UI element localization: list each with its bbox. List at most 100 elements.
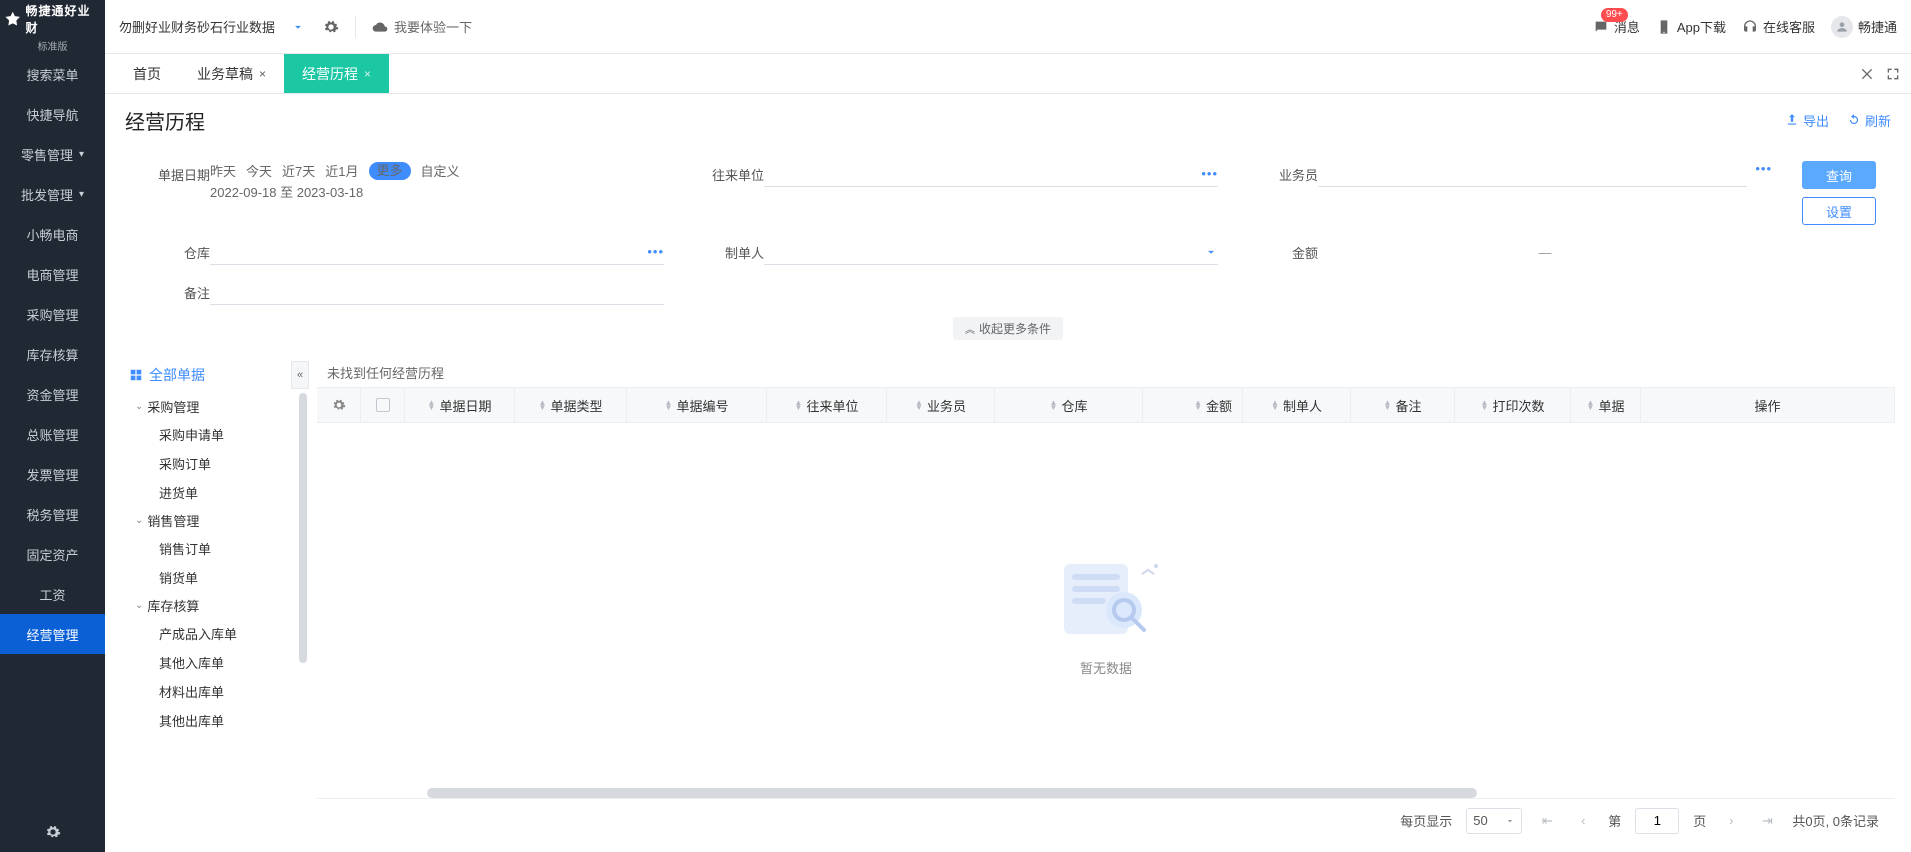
tree-title-label: 全部单据 bbox=[149, 365, 205, 385]
tree-group[interactable]: ⌄库存核算 bbox=[121, 592, 307, 619]
tree-leaf[interactable]: 其他入库单 bbox=[121, 648, 307, 677]
th-salesman[interactable]: ▲▼业务员 bbox=[887, 388, 995, 422]
h-scrollbar[interactable] bbox=[317, 788, 1895, 798]
tree-leaf[interactable]: 材料出库单 bbox=[121, 677, 307, 706]
th-type[interactable]: ▲▼单据类型 bbox=[515, 388, 627, 422]
app-download-button[interactable]: App下载 bbox=[1656, 17, 1726, 36]
th-settings[interactable] bbox=[317, 388, 361, 422]
try-link[interactable]: 我要体验一下 bbox=[372, 17, 472, 36]
sidebar-item[interactable]: 发票管理 bbox=[0, 454, 105, 494]
page-size-select[interactable]: 50 bbox=[1466, 808, 1522, 834]
sidebar-item[interactable]: 经营管理 bbox=[0, 614, 105, 654]
tab-bar: 首页业务草稿×经营历程× bbox=[105, 54, 1911, 94]
tree-leaf[interactable]: 采购申请单 bbox=[121, 420, 307, 449]
more-icon[interactable]: ••• bbox=[1755, 161, 1772, 176]
tree-leaf[interactable]: 销售订单 bbox=[121, 534, 307, 563]
party-label: 往来单位 bbox=[694, 161, 764, 184]
date-1m[interactable]: 近1月 bbox=[325, 161, 358, 180]
user-menu[interactable]: 畅捷通 bbox=[1831, 16, 1897, 38]
remark-input[interactable] bbox=[210, 279, 664, 305]
tab[interactable]: 业务草稿× bbox=[179, 54, 284, 93]
export-button[interactable]: 导出 bbox=[1785, 111, 1829, 130]
sidebar-item[interactable]: 工资 bbox=[0, 574, 105, 614]
sidebar-item[interactable]: 税务管理 bbox=[0, 494, 105, 534]
fullscreen-icon[interactable] bbox=[1885, 66, 1901, 82]
tree-leaf[interactable]: 销货单 bbox=[121, 563, 307, 592]
th-warehouse[interactable]: ▲▼仓库 bbox=[995, 388, 1143, 422]
last-page-button[interactable]: ⇥ bbox=[1756, 810, 1778, 832]
tree-group[interactable]: ⌄采购管理 bbox=[121, 393, 307, 420]
brand-icon bbox=[4, 10, 21, 28]
tree-scrollbar[interactable] bbox=[299, 393, 307, 842]
messages-button[interactable]: 99+ 消息 bbox=[1593, 17, 1640, 36]
date-today[interactable]: 今天 bbox=[246, 161, 272, 180]
service-button[interactable]: 在线客服 bbox=[1742, 17, 1815, 36]
org-selector[interactable]: 勿删好业财务砂石行业数据 bbox=[119, 17, 275, 36]
tree-leaf[interactable]: 其他出库单 bbox=[121, 706, 307, 735]
sidebar-item[interactable]: 小畅电商 bbox=[0, 214, 105, 254]
next-page-button[interactable]: › bbox=[1720, 810, 1742, 832]
date-7d[interactable]: 近7天 bbox=[282, 161, 315, 180]
chevron-down-icon[interactable] bbox=[291, 20, 305, 34]
party-input[interactable]: ••• bbox=[764, 161, 1218, 187]
setting-button[interactable]: 设置 bbox=[1802, 197, 1876, 225]
tree-leaf[interactable]: 产成品入库单 bbox=[121, 619, 307, 648]
sidebar-settings[interactable] bbox=[0, 812, 105, 852]
th-party[interactable]: ▲▼往来单位 bbox=[767, 388, 887, 422]
close-icon[interactable]: × bbox=[259, 67, 266, 81]
sidebar-item[interactable]: 采购管理 bbox=[0, 294, 105, 334]
th-amount[interactable]: ▲▼金额 bbox=[1143, 388, 1243, 422]
tree-leaf[interactable]: 采购订单 bbox=[121, 449, 307, 478]
close-icon[interactable]: × bbox=[364, 67, 371, 81]
date-custom[interactable]: 自定义 bbox=[421, 161, 460, 180]
tree-leaf[interactable]: 进货单 bbox=[121, 478, 307, 507]
warehouse-input[interactable]: ••• bbox=[210, 239, 664, 265]
th-checkbox[interactable] bbox=[361, 388, 405, 422]
amount-input[interactable]: — bbox=[1318, 239, 1772, 265]
caret-icon: ▾ bbox=[79, 149, 84, 160]
tab[interactable]: 首页 bbox=[115, 54, 179, 93]
th-remark[interactable]: ▲▼备注 bbox=[1351, 388, 1455, 422]
brand-name: 畅捷通好业财 bbox=[25, 2, 101, 36]
page-input[interactable] bbox=[1635, 808, 1679, 834]
th-date[interactable]: ▲▼单据日期 bbox=[405, 388, 515, 422]
salesman-label: 业务员 bbox=[1248, 161, 1318, 184]
sidebar-item[interactable]: 总账管理 bbox=[0, 414, 105, 454]
date-yesterday[interactable]: 昨天 bbox=[210, 161, 236, 180]
collapse-filters-button[interactable]: ︽ 收起更多条件 bbox=[953, 317, 1063, 340]
th-op: 操作 bbox=[1641, 388, 1895, 422]
th-order[interactable]: ▲▼单据 bbox=[1571, 388, 1641, 422]
date-more[interactable]: 更多 bbox=[369, 162, 411, 180]
first-page-button[interactable]: ⇤ bbox=[1536, 810, 1558, 832]
remark-label: 备注 bbox=[140, 279, 210, 302]
sidebar-item[interactable]: 固定资产 bbox=[0, 534, 105, 574]
sidebar-item[interactable]: 快捷导航 bbox=[0, 94, 105, 134]
gear-icon[interactable] bbox=[323, 19, 339, 35]
topbar: 勿删好业财务砂石行业数据 我要体验一下 99+ 消息 App下载 bbox=[105, 0, 1911, 54]
tab[interactable]: 经营历程× bbox=[284, 54, 389, 93]
more-icon[interactable]: ••• bbox=[647, 244, 664, 259]
th-print[interactable]: ▲▼打印次数 bbox=[1455, 388, 1571, 422]
salesman-input[interactable] bbox=[1318, 161, 1747, 187]
sidebar-item[interactable]: 批发管理▾ bbox=[0, 174, 105, 214]
more-icon[interactable]: ••• bbox=[1201, 166, 1218, 181]
th-no[interactable]: ▲▼单据编号 bbox=[627, 388, 767, 422]
field-party: 往来单位 ••• bbox=[694, 161, 1218, 187]
close-all-icon[interactable] bbox=[1859, 66, 1875, 82]
sidebar-item[interactable]: 库存核算 bbox=[0, 334, 105, 374]
th-maker[interactable]: ▲▼制单人 bbox=[1243, 388, 1351, 422]
prev-page-button[interactable]: ‹ bbox=[1572, 810, 1594, 832]
divider bbox=[355, 16, 356, 38]
tree-group[interactable]: ⌄销售管理 bbox=[121, 507, 307, 534]
tree-collapse-button[interactable]: « bbox=[291, 361, 309, 389]
empty-text: 暂无数据 bbox=[1080, 658, 1132, 677]
sidebar-item[interactable]: 零售管理▾ bbox=[0, 134, 105, 174]
sidebar-item[interactable]: 资金管理 bbox=[0, 374, 105, 414]
refresh-button[interactable]: 刷新 bbox=[1847, 111, 1891, 130]
refresh-icon bbox=[1847, 113, 1861, 127]
maker-input[interactable] bbox=[764, 239, 1218, 265]
query-button[interactable]: 查询 bbox=[1802, 161, 1876, 189]
tree-title[interactable]: 全部单据 bbox=[121, 357, 307, 393]
sidebar-item[interactable]: 搜索菜单 bbox=[0, 54, 105, 94]
sidebar-item[interactable]: 电商管理 bbox=[0, 254, 105, 294]
